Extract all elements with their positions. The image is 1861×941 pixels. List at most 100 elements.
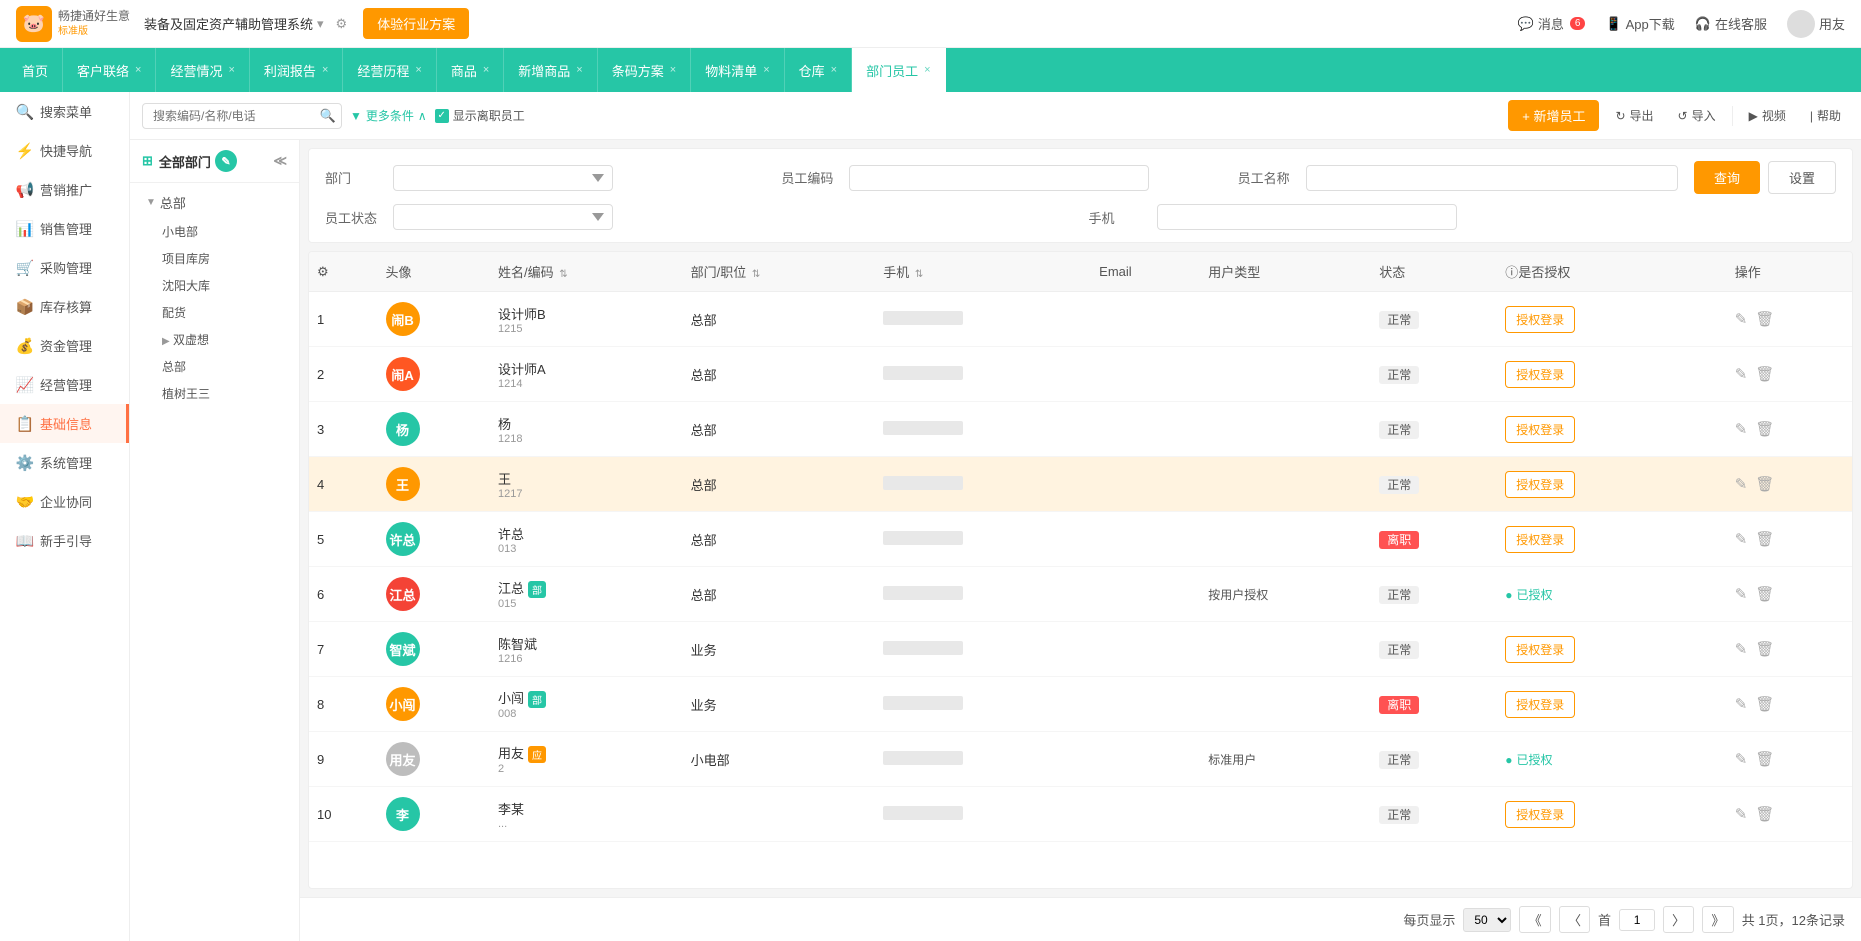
dept-select[interactable] (393, 165, 613, 191)
sidebar-item-采购管理[interactable]: 🛒采购管理 (0, 248, 129, 287)
edit-icon[interactable]: ✎ (1735, 530, 1748, 548)
next-page-button[interactable]: 〉 (1663, 906, 1694, 933)
phone-input[interactable] (1157, 204, 1457, 230)
close-icon[interactable]: × (831, 64, 837, 76)
page-number-input[interactable] (1619, 909, 1655, 931)
edit-icon[interactable]: ✎ (1735, 640, 1748, 658)
dept-child-peihuo[interactable]: 配货 (130, 299, 299, 326)
delete-icon[interactable]: 🗑 (1755, 805, 1774, 823)
delete-icon[interactable]: 🗑 (1755, 530, 1774, 548)
dept-child-shenyangdaku[interactable]: 沈阳大库 (130, 272, 299, 299)
delete-icon[interactable]: 🗑 (1755, 640, 1774, 658)
close-icon[interactable]: × (322, 64, 328, 76)
edit-icon[interactable]: ✎ (1735, 585, 1748, 603)
close-icon[interactable]: × (576, 64, 582, 76)
edit-icon[interactable]: ✎ (1735, 475, 1748, 493)
auth-button[interactable]: 授权登录 (1505, 306, 1575, 333)
delete-icon[interactable]: 🗑 (1755, 750, 1774, 768)
show-resigned-checkbox[interactable]: ✓ 显示离职员工 (435, 107, 525, 124)
close-icon[interactable]: × (483, 64, 489, 76)
auth-button[interactable]: 授权登录 (1505, 526, 1575, 553)
delete-icon[interactable]: 🗑 (1755, 695, 1774, 713)
dept-edit-icon[interactable]: ✎ (215, 150, 237, 172)
set-button[interactable]: 设置 (1768, 161, 1836, 194)
delete-icon[interactable]: 🗑 (1755, 585, 1774, 603)
add-employee-button[interactable]: + 新增员工 (1508, 100, 1599, 131)
close-icon[interactable]: × (763, 64, 769, 76)
dept-child-zhishu[interactable]: 植树王三 (130, 380, 299, 407)
sidebar-item-库存核算[interactable]: 📦库存核算 (0, 287, 129, 326)
sidebar-item-新手引导[interactable]: 📖新手引导 (0, 521, 129, 560)
export-button[interactable]: ↻ 导出 (1607, 103, 1661, 128)
trial-button[interactable]: 体验行业方案 (363, 8, 469, 39)
close-icon[interactable]: × (924, 64, 930, 76)
import-button[interactable]: ↺ 导入 (1670, 103, 1724, 128)
sidebar-item-销售管理[interactable]: 📊销售管理 (0, 209, 129, 248)
edit-icon[interactable]: ✎ (1735, 310, 1748, 328)
support-button[interactable]: 🎧 在线客服 (1695, 14, 1767, 33)
nav-item-新增商品[interactable]: 新增商品× (504, 48, 597, 92)
search-icon[interactable]: 🔍 (320, 108, 336, 124)
auth-button[interactable]: 授权登录 (1505, 416, 1575, 443)
nav-item-物料清单[interactable]: 物料清单× (691, 48, 784, 92)
delete-icon[interactable]: 🗑 (1755, 420, 1774, 438)
first-page-button[interactable]: 《 (1519, 906, 1550, 933)
auth-button[interactable]: 授权登录 (1505, 471, 1575, 498)
help-button[interactable]: | 帮助 (1802, 103, 1849, 128)
dept-child-shuangxuxiang[interactable]: ▶ 双虚想 (130, 326, 299, 353)
last-page-button[interactable]: 》 (1702, 906, 1733, 933)
nav-item-首页[interactable]: 首页 (8, 48, 63, 92)
nav-item-经营历程[interactable]: 经营历程× (343, 48, 436, 92)
emp-name-input[interactable] (1306, 165, 1678, 191)
sort-icon-dept[interactable]: ⇅ (752, 269, 760, 280)
nav-item-条码方案[interactable]: 条码方案× (598, 48, 691, 92)
query-button[interactable]: 查询 (1694, 161, 1760, 194)
sidebar-item-资金管理[interactable]: 💰资金管理 (0, 326, 129, 365)
sidebar-item-营销推广[interactable]: 📢营销推广 (0, 170, 129, 209)
auth-button[interactable]: 授权登录 (1505, 361, 1575, 388)
emp-code-input[interactable] (849, 165, 1149, 191)
edit-icon[interactable]: ✎ (1735, 805, 1748, 823)
sidebar-item-系统管理[interactable]: ⚙️系统管理 (0, 443, 129, 482)
dept-child-zongbu-sub[interactable]: 总部 (130, 353, 299, 380)
video-button[interactable]: ▶ 视频 (1741, 103, 1794, 128)
edit-icon[interactable]: ✎ (1735, 420, 1748, 438)
nav-item-仓库[interactable]: 仓库× (785, 48, 852, 92)
dept-group-label[interactable]: ▼ 总部 (130, 187, 299, 218)
nav-item-客户联络[interactable]: 客户联络× (63, 48, 156, 92)
auth-button[interactable]: 授权登录 (1505, 636, 1575, 663)
collapse-icon[interactable]: ≪ (273, 153, 287, 169)
sort-icon-name[interactable]: ⇅ (559, 269, 567, 280)
settings-icon[interactable]: ⚙ (336, 16, 348, 32)
sidebar-item-企业协同[interactable]: 🤝企业协同 (0, 482, 129, 521)
auth-button[interactable]: 授权登录 (1505, 691, 1575, 718)
app-download-button[interactable]: 📱 App下载 (1605, 14, 1674, 33)
per-page-select[interactable]: 50 (1463, 908, 1511, 932)
nav-item-经营情况[interactable]: 经营情况× (156, 48, 249, 92)
dept-child-xiaodianbu[interactable]: 小电部 (130, 218, 299, 245)
th-settings[interactable]: ⚙ (309, 252, 378, 292)
edit-icon[interactable]: ✎ (1735, 365, 1748, 383)
nav-item-利润报告[interactable]: 利润报告× (250, 48, 343, 92)
message-button[interactable]: 💬 消息 6 (1518, 14, 1586, 33)
sort-icon-phone[interactable]: ⇅ (915, 269, 923, 280)
nav-item-商品[interactable]: 商品× (437, 48, 504, 92)
delete-icon[interactable]: 🗑 (1755, 310, 1774, 328)
edit-icon[interactable]: ✎ (1735, 695, 1748, 713)
close-icon[interactable]: × (228, 64, 234, 76)
more-filters-button[interactable]: ▼ 更多条件 ∧ (350, 107, 427, 124)
sidebar-item-基础信息[interactable]: 📋基础信息 (0, 404, 129, 443)
sidebar-item-经营管理[interactable]: 📈经营管理 (0, 365, 129, 404)
nav-item-部门员工[interactable]: 部门员工× (852, 48, 945, 92)
delete-icon[interactable]: 🗑 (1755, 475, 1774, 493)
close-icon[interactable]: × (135, 64, 141, 76)
search-input[interactable] (142, 103, 342, 129)
sidebar-item-快捷导航[interactable]: ⚡快捷导航 (0, 131, 129, 170)
sidebar-item-搜索菜单[interactable]: 🔍搜索菜单 (0, 92, 129, 131)
auth-button[interactable]: 授权登录 (1505, 801, 1575, 828)
emp-status-select[interactable] (393, 204, 613, 230)
dept-child-xiangmukufang[interactable]: 项目库房 (130, 245, 299, 272)
close-icon[interactable]: × (415, 64, 421, 76)
prev-page-button[interactable]: 〈 (1559, 906, 1590, 933)
delete-icon[interactable]: 🗑 (1755, 365, 1774, 383)
